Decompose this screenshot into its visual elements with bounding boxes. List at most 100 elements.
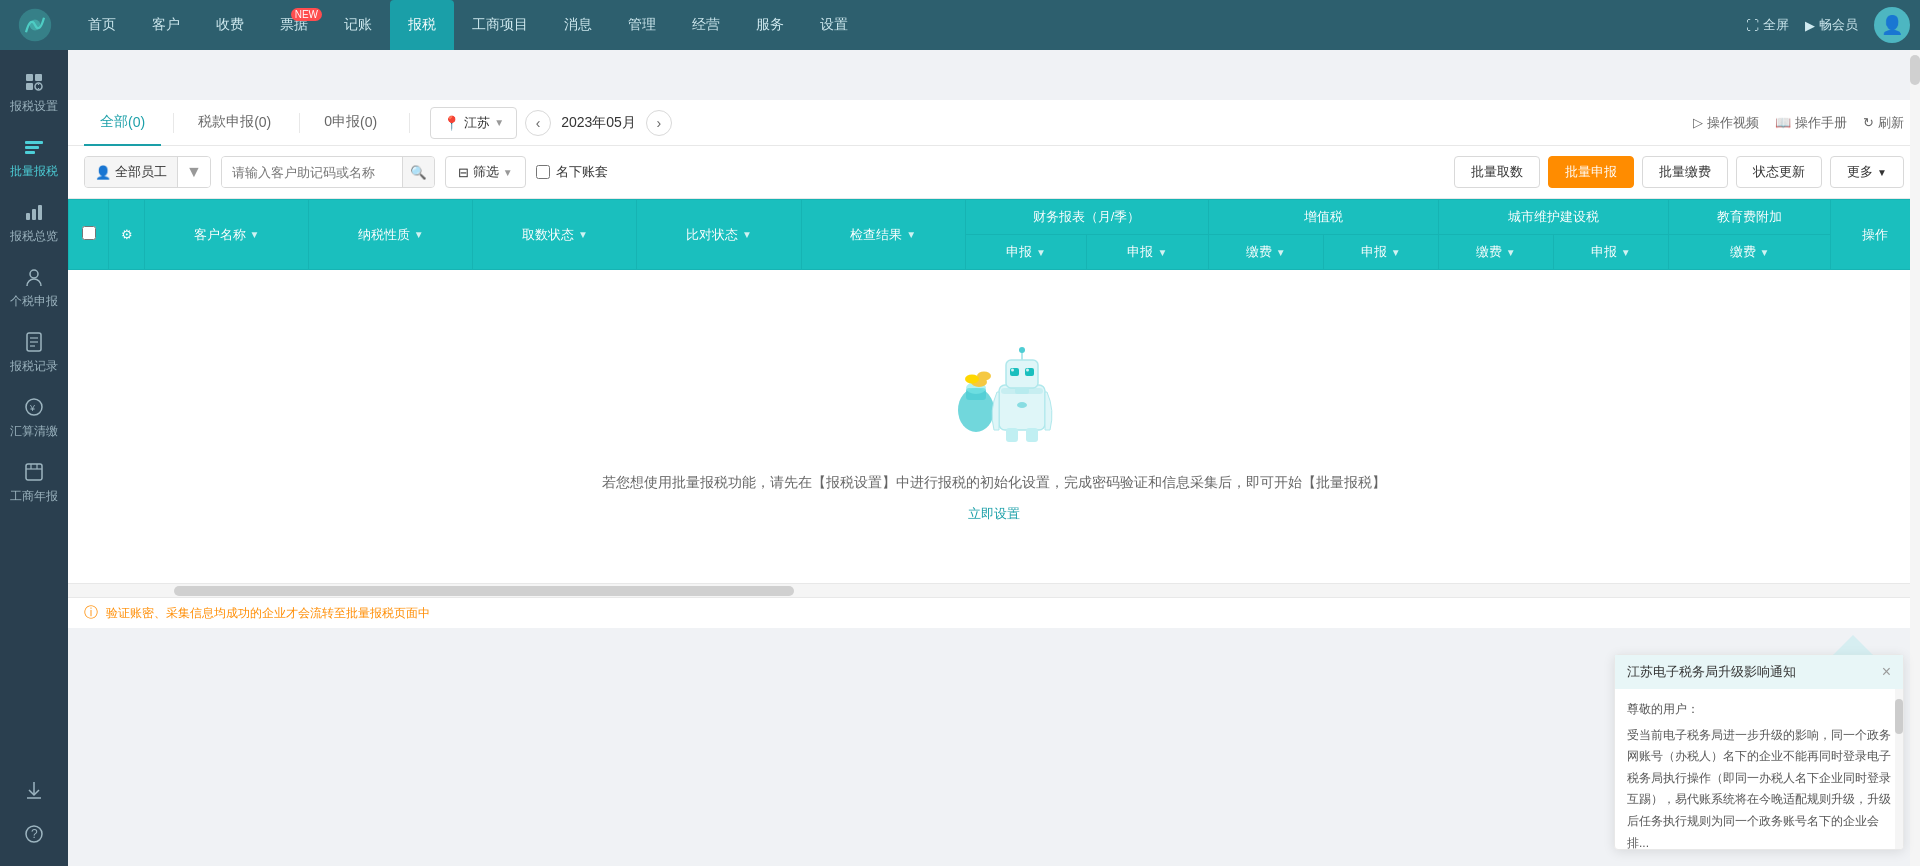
svg-rect-9 xyxy=(25,146,39,149)
employee-dropdown-arrow[interactable]: ▼ xyxy=(178,157,210,187)
select-all-checkbox[interactable] xyxy=(82,226,96,240)
refresh-button[interactable]: ↻ 刷新 xyxy=(1863,114,1904,132)
tab-tax-report[interactable]: 税款申报(0) xyxy=(182,100,287,146)
tab-zero-report[interactable]: 0申报(0) xyxy=(308,100,393,146)
tab-divider-1 xyxy=(173,113,174,133)
batch-report-button[interactable]: 批量申报 xyxy=(1548,156,1634,188)
data-table: ⚙ 客户名称 ▼ 纳税性质 ▼ xyxy=(68,199,1920,583)
batch-tax-icon xyxy=(22,135,46,159)
svg-rect-3 xyxy=(35,74,42,81)
operation-video-link[interactable]: ▷ 操作视频 xyxy=(1693,114,1759,132)
settlement-icon: ¥ xyxy=(22,395,46,419)
status-update-button[interactable]: 状态更新 xyxy=(1736,156,1822,188)
sidebar-item-huisuan[interactable]: ¥ 汇算清缴 xyxy=(0,385,68,450)
notification-header: 江苏电子税务局升级影响通知 × xyxy=(1615,655,1903,689)
svg-rect-44 xyxy=(1001,388,1043,394)
th-client-name: 客户名称 ▼ xyxy=(145,200,309,270)
sidebar-item-gongshang[interactable]: 工商年报 xyxy=(0,450,68,515)
prev-month-button[interactable]: ‹ xyxy=(525,110,551,136)
region-selector[interactable]: 📍 江苏 ▼ xyxy=(430,107,517,139)
nav-message[interactable]: 消息 xyxy=(546,0,610,50)
more-chevron-icon: ▼ xyxy=(1877,167,1887,178)
main-vertical-scrollbar[interactable] xyxy=(1910,50,1920,866)
compare-status-filter-icon[interactable]: ▼ xyxy=(742,229,752,240)
search-box: 🔍 xyxy=(221,156,435,188)
th-operation: 操作 xyxy=(1831,200,1920,270)
bottom-bar: ⓘ 验证账密、采集信息均成功的企业才会流转至批量报税页面中 xyxy=(68,597,1920,628)
search-button[interactable]: 🔍 xyxy=(402,156,434,188)
svg-point-34 xyxy=(965,375,979,384)
nav-accounting[interactable]: 记账 xyxy=(326,0,390,50)
sidebar-item-baoshui-jilu[interactable]: 报税记录 xyxy=(0,320,68,385)
tabs-bar: 全部(0) 税款申报(0) 0申报(0) 📍 江苏 ▼ ‹ 2023年05月 ›… xyxy=(68,100,1920,146)
svg-rect-2 xyxy=(26,74,33,81)
employee-selector[interactable]: 👤 全部员工 ▼ xyxy=(84,156,211,188)
check-result-filter-icon[interactable]: ▼ xyxy=(906,229,916,240)
th-financial-report: 财务报表（月/季） xyxy=(965,200,1208,235)
sidebar-item-geshui-shenbao[interactable]: 个税申报 xyxy=(0,255,68,320)
nav-home[interactable]: 首页 xyxy=(70,0,134,50)
nav-operation[interactable]: 经营 xyxy=(674,0,738,50)
horizontal-scrollbar-thumb[interactable] xyxy=(174,586,794,596)
nav-ticket[interactable]: 票据 NEW xyxy=(262,0,326,50)
svg-point-39 xyxy=(1011,369,1014,372)
client-name-filter-icon[interactable]: ▼ xyxy=(250,229,260,240)
notification-scrollbar[interactable] xyxy=(1895,689,1903,849)
sidebar-item-baoshui-shezhi[interactable]: 报税设置 xyxy=(0,60,68,125)
empty-state: 若您想使用批量报税功能，请先在【报税设置】中进行报税的初始化设置，完成密码验证和… xyxy=(69,270,1920,583)
sidebar-help[interactable]: ? xyxy=(0,812,68,856)
filter-button[interactable]: ⊟ 筛选 ▼ xyxy=(445,156,526,188)
ticket-badge: NEW xyxy=(291,8,322,21)
accounts-checkbox[interactable] xyxy=(536,165,550,179)
svg-rect-4 xyxy=(26,83,33,90)
operation-manual-link[interactable]: 📖 操作手册 xyxy=(1775,114,1847,132)
more-button[interactable]: 更多 ▼ xyxy=(1830,156,1904,188)
tab-all[interactable]: 全部(0) xyxy=(84,100,161,146)
fullscreen-icon: ⛶ xyxy=(1746,18,1759,33)
search-input[interactable] xyxy=(222,157,402,187)
next-month-button[interactable]: › xyxy=(646,110,672,136)
nav-service[interactable]: 服务 xyxy=(738,0,802,50)
edu-fee-pay-filter-icon[interactable]: ▼ xyxy=(1760,247,1770,258)
notification-scrollbar-thumb[interactable] xyxy=(1895,699,1903,734)
th-city-tax-pay: 缴费 ▼ xyxy=(1438,235,1553,270)
checkbox-container[interactable]: 名下账套 xyxy=(536,163,608,181)
nav-items: 首页 客户 收费 票据 NEW 记账 报税 工商项目 消息 管理 经营 服务 设… xyxy=(70,0,1746,50)
vip-button[interactable]: ▶ 畅会员 xyxy=(1805,16,1858,34)
vat-report-filter-icon[interactable]: ▼ xyxy=(1157,247,1167,258)
nav-tax[interactable]: 报税 xyxy=(390,0,454,50)
fullscreen-button[interactable]: ⛶ 全屏 xyxy=(1746,16,1789,34)
tax-record-icon xyxy=(22,330,46,354)
svg-rect-21 xyxy=(26,464,42,480)
city-tax-report-filter-icon[interactable]: ▼ xyxy=(1391,247,1401,258)
horizontal-scrollbar[interactable] xyxy=(68,583,1920,597)
user-avatar[interactable]: 👤 xyxy=(1874,7,1910,43)
fetch-status-filter-icon[interactable]: ▼ xyxy=(578,229,588,240)
notification-body: 尊敬的用户： 受当前电子税务局进一步升级的影响，同一个政务网账号（办税人）名下的… xyxy=(1615,689,1903,849)
edu-fee-report-filter-icon[interactable]: ▼ xyxy=(1621,247,1631,258)
filter-chevron-icon: ▼ xyxy=(503,167,513,178)
sidebar-item-baoshui-zonglan[interactable]: 报税总览 xyxy=(0,190,68,255)
batch-pay-button[interactable]: 批量缴费 xyxy=(1642,156,1728,188)
city-tax-pay-filter-icon[interactable]: ▼ xyxy=(1506,247,1516,258)
vat-pay-filter-icon[interactable]: ▼ xyxy=(1276,247,1286,258)
svg-rect-8 xyxy=(25,141,43,144)
notification-close-button[interactable]: × xyxy=(1882,664,1891,680)
nav-customer[interactable]: 客户 xyxy=(134,0,198,50)
svg-rect-13 xyxy=(38,205,42,220)
nav-business[interactable]: 工商项目 xyxy=(454,0,546,50)
svg-point-33 xyxy=(977,372,991,381)
batch-fetch-button[interactable]: 批量取数 xyxy=(1454,156,1540,188)
nav-charge[interactable]: 收费 xyxy=(198,0,262,50)
tax-type-filter-icon[interactable]: ▼ xyxy=(414,229,424,240)
svg-point-14 xyxy=(30,270,38,278)
financial-report-filter-icon[interactable]: ▼ xyxy=(1036,247,1046,258)
sidebar-download[interactable] xyxy=(0,768,68,812)
nav-manage[interactable]: 管理 xyxy=(610,0,674,50)
setup-link[interactable]: 立即设置 xyxy=(968,505,1020,523)
nav-settings[interactable]: 设置 xyxy=(802,0,866,50)
main-scrollbar-thumb[interactable] xyxy=(1910,55,1920,85)
sidebar-item-piliang-baoshui[interactable]: 批量报税 xyxy=(0,125,68,190)
settings-icon: ⚙ xyxy=(121,227,133,242)
tabs-bar-right: ▷ 操作视频 📖 操作手册 ↻ 刷新 xyxy=(1693,114,1904,132)
